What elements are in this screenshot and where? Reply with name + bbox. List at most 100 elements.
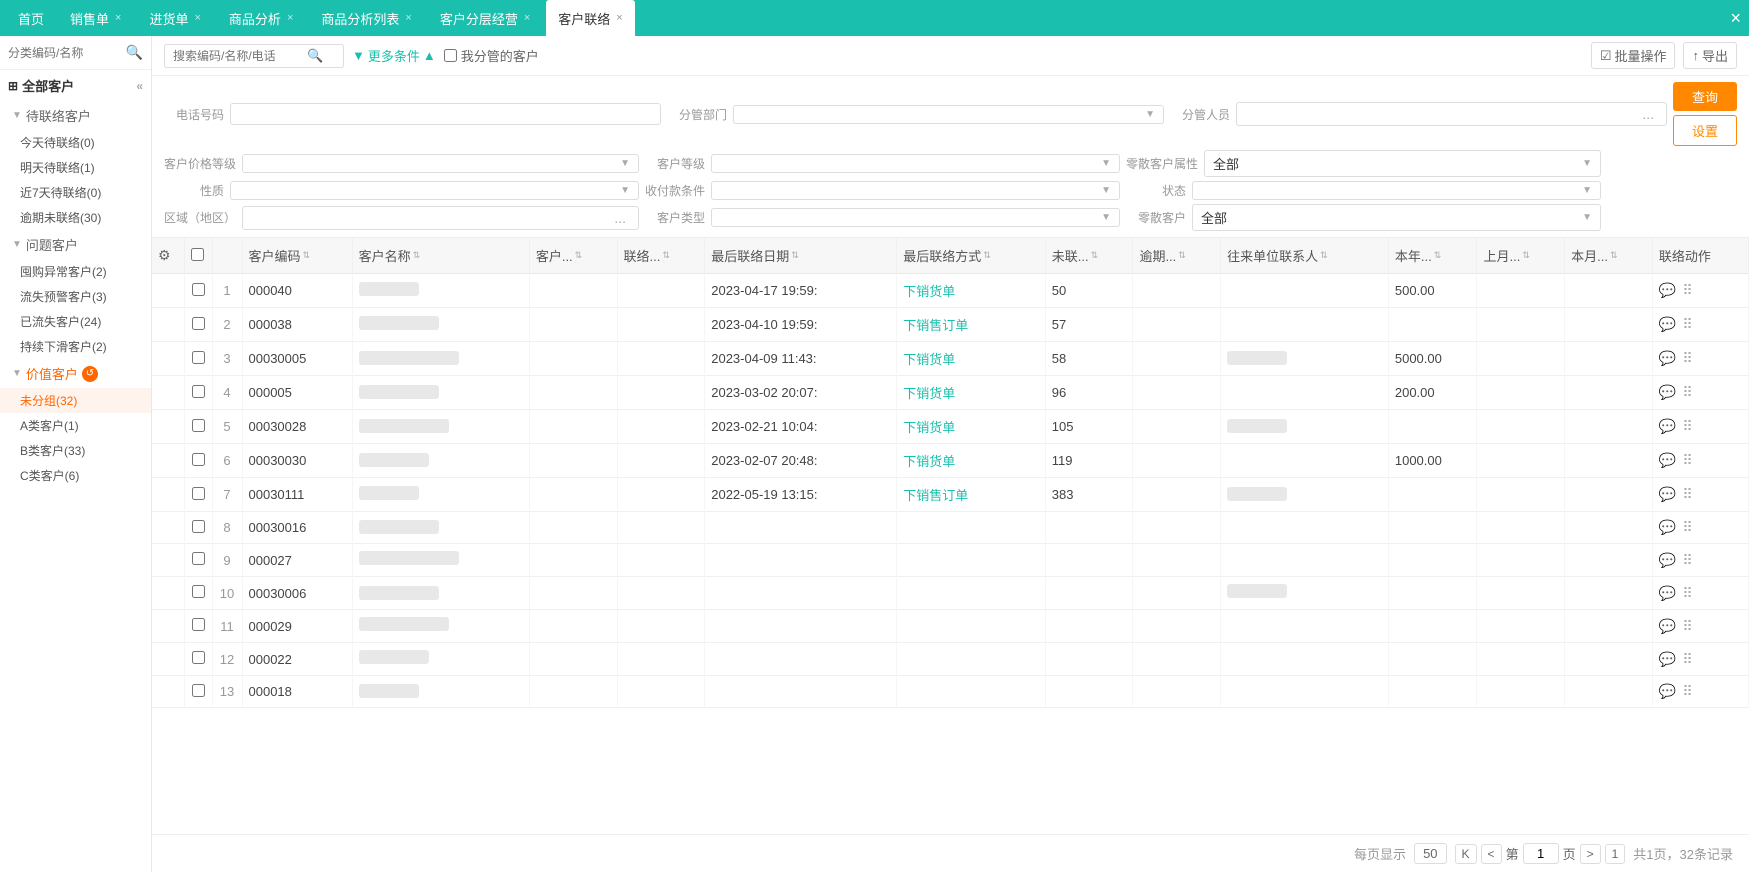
last-contact-way[interactable]: 下销货单 xyxy=(897,342,1046,376)
collapse-icon[interactable]: « xyxy=(136,79,143,93)
menu-icon[interactable]: ⠿ xyxy=(1682,585,1692,602)
menu-icon[interactable]: ⠿ xyxy=(1682,651,1692,668)
customer-type-select[interactable]: ▼ xyxy=(711,208,1120,227)
last-contact-way[interactable]: 下销货单 xyxy=(897,274,1046,308)
sidebar-search-box[interactable]: 🔍 xyxy=(0,36,151,70)
row-check[interactable] xyxy=(184,478,212,512)
close-icon[interactable]: × xyxy=(616,12,622,24)
gear-icon[interactable]: ⚙ xyxy=(158,247,171,263)
sort-icon[interactable]: ⇅ xyxy=(791,250,799,261)
tab-purchase[interactable]: 进货单 × xyxy=(137,0,212,36)
all-customers-header[interactable]: ⊞ 全部客户 « xyxy=(0,70,151,101)
payment-select[interactable]: ▼ xyxy=(711,181,1120,200)
more-conditions-button[interactable]: ▼ 更多条件 ▲ xyxy=(352,46,436,65)
menu-icon[interactable]: ⠿ xyxy=(1682,418,1692,435)
chat-icon[interactable]: 💬 xyxy=(1659,683,1676,700)
status-select[interactable]: ▼ xyxy=(1192,181,1601,200)
sort-icon[interactable]: ⇅ xyxy=(1091,250,1099,261)
row-check[interactable] xyxy=(184,274,212,308)
last-contact-way[interactable]: 下销售订单 xyxy=(897,308,1046,342)
chat-icon[interactable]: 💬 xyxy=(1659,519,1676,536)
retail-attr-select[interactable]: 全部 ▼ xyxy=(1204,150,1601,177)
last-contact-way[interactable] xyxy=(897,676,1046,708)
sort-icon[interactable]: ⇅ xyxy=(662,250,670,261)
my-customers-checkbox[interactable]: 我分管的客户 xyxy=(444,46,539,65)
row-checkbox[interactable] xyxy=(192,453,205,466)
row-checkbox[interactable] xyxy=(192,618,205,631)
my-customers-check[interactable] xyxy=(444,49,457,62)
sidebar-group-value[interactable]: ▼ 价值客户 ↺ xyxy=(0,359,151,388)
tab-product-list[interactable]: 商品分析列表 × xyxy=(309,0,423,36)
tab-product-analysis[interactable]: 商品分析 × xyxy=(217,0,305,36)
menu-icon[interactable]: ⠿ xyxy=(1682,384,1692,401)
last-contact-way[interactable]: 下销货单 xyxy=(897,376,1046,410)
sidebar-item-tomorrow[interactable]: 明天待联络(1) xyxy=(0,155,151,180)
last-contact-way[interactable] xyxy=(897,544,1046,577)
menu-icon[interactable]: ⠿ xyxy=(1682,350,1692,367)
row-checkbox[interactable] xyxy=(192,419,205,432)
last-contact-way[interactable]: 下销货单 xyxy=(897,444,1046,478)
nature-select[interactable]: ▼ xyxy=(230,181,639,200)
row-check[interactable] xyxy=(184,512,212,544)
row-check[interactable] xyxy=(184,410,212,444)
sidebar-item-today[interactable]: 今天待联络(0) xyxy=(0,130,151,155)
sort-icon[interactable]: ⇅ xyxy=(303,250,311,261)
menu-icon[interactable]: ⠿ xyxy=(1682,552,1692,569)
batch-ops-button[interactable]: ☑ 批量操作 xyxy=(1591,42,1676,69)
sidebar-item-class-b[interactable]: B类客户(33) xyxy=(0,438,151,463)
export-button[interactable]: ↑ 导出 xyxy=(1683,42,1737,69)
menu-icon[interactable]: ⠿ xyxy=(1682,452,1692,469)
price-level-select[interactable]: ▼ xyxy=(242,154,639,173)
tab-customer-segment[interactable]: 客户分层经营 × xyxy=(428,0,542,36)
search-input[interactable] xyxy=(173,49,303,63)
select-all-checkbox[interactable] xyxy=(191,248,204,261)
sidebar-item-declining[interactable]: 持续下滑客户(2) xyxy=(0,334,151,359)
first-page-button[interactable]: K xyxy=(1455,844,1477,864)
row-check[interactable] xyxy=(184,376,212,410)
menu-icon[interactable]: ⠿ xyxy=(1682,282,1692,299)
region-dots[interactable]: ... xyxy=(610,210,630,226)
dept-select[interactable]: ▼ xyxy=(733,105,1164,124)
close-icon[interactable]: × xyxy=(194,12,200,24)
row-check[interactable] xyxy=(184,444,212,478)
last-contact-way[interactable]: 下销货单 xyxy=(897,410,1046,444)
retail-customer-select[interactable]: 全部 ▼ xyxy=(1192,204,1601,231)
row-checkbox[interactable] xyxy=(192,317,205,330)
row-checkbox[interactable] xyxy=(192,651,205,664)
row-checkbox[interactable] xyxy=(192,351,205,364)
last-contact-way[interactable] xyxy=(897,610,1046,643)
search-box[interactable]: 🔍 xyxy=(164,44,344,68)
last-contact-way[interactable] xyxy=(897,577,1046,610)
sidebar-item-7days[interactable]: 近7天待联络(0) xyxy=(0,180,151,205)
close-icon[interactable]: × xyxy=(524,12,530,24)
sidebar-item-lost[interactable]: 已流失客户(24) xyxy=(0,309,151,334)
menu-icon[interactable]: ⠿ xyxy=(1682,519,1692,536)
tab-sales[interactable]: 销售单 × xyxy=(58,0,133,36)
phone-input[interactable] xyxy=(230,103,661,125)
row-checkbox[interactable] xyxy=(192,585,205,598)
close-icon[interactable]: × xyxy=(287,12,293,24)
reset-button[interactable]: 设置 xyxy=(1673,115,1737,146)
menu-icon[interactable]: ⠿ xyxy=(1682,316,1692,333)
sort-icon[interactable]: ⇅ xyxy=(1178,250,1186,261)
row-checkbox[interactable] xyxy=(192,283,205,296)
last-contact-way[interactable] xyxy=(897,643,1046,676)
home-tab[interactable]: 首页 xyxy=(8,0,54,36)
close-icon[interactable]: × xyxy=(405,12,411,24)
chat-icon[interactable]: 💬 xyxy=(1659,552,1676,569)
sort-icon[interactable]: ⇅ xyxy=(983,250,991,261)
sort-icon[interactable]: ⇅ xyxy=(575,250,583,261)
close-all-button[interactable]: × xyxy=(1730,8,1741,29)
manager-dots[interactable]: ... xyxy=(1638,106,1658,122)
row-check[interactable] xyxy=(184,610,212,643)
chat-icon[interactable]: 💬 xyxy=(1659,585,1676,602)
menu-icon[interactable]: ⠿ xyxy=(1682,486,1692,503)
row-check[interactable] xyxy=(184,308,212,342)
sort-icon[interactable]: ⇅ xyxy=(1522,250,1530,261)
chat-icon[interactable]: 💬 xyxy=(1659,384,1676,401)
menu-icon[interactable]: ⠿ xyxy=(1682,618,1692,635)
next-page-button[interactable]: > xyxy=(1580,844,1601,864)
row-check[interactable] xyxy=(184,577,212,610)
menu-icon[interactable]: ⠿ xyxy=(1682,683,1692,700)
chat-icon[interactable]: 💬 xyxy=(1659,651,1676,668)
